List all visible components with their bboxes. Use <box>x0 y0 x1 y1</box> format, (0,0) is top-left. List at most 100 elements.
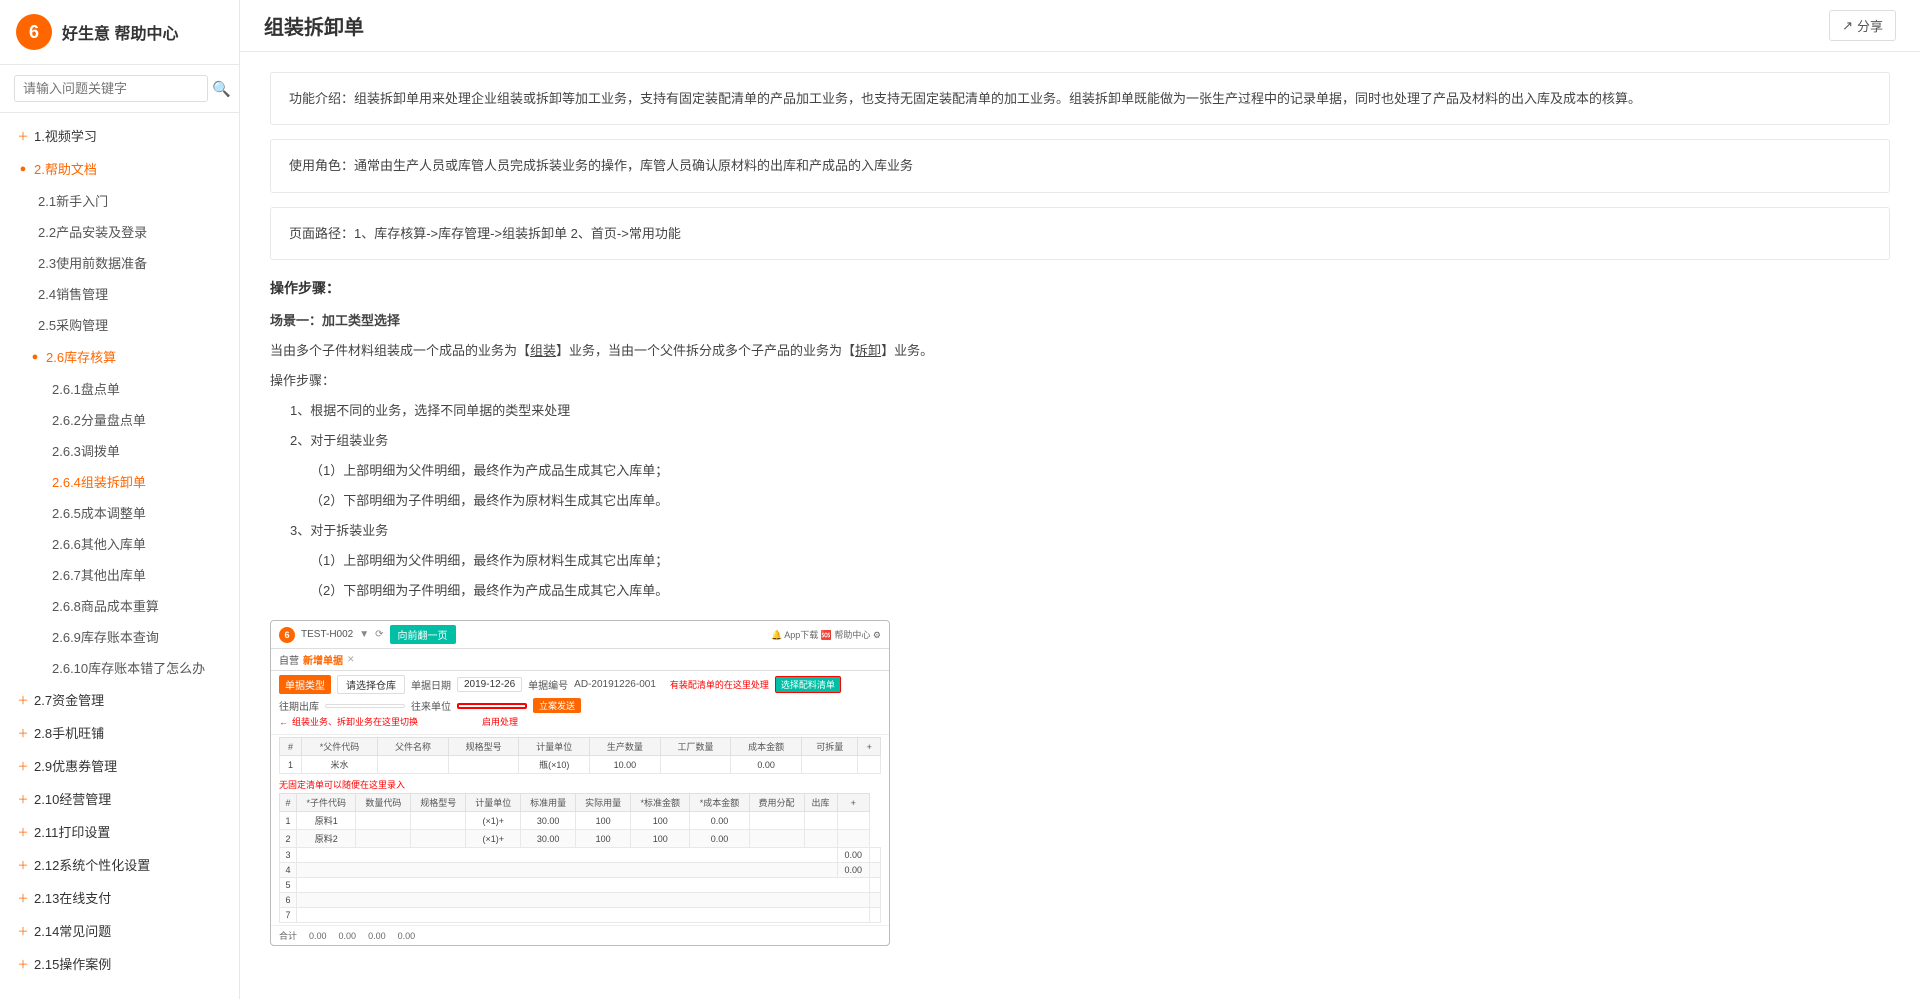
nav-item-212-label[interactable]: ＋ 2.12系统个性化设置 <box>0 848 239 881</box>
nav-item-27-label[interactable]: ＋ 2.7资金管理 <box>0 683 239 716</box>
feature-intro-text: 功能介绍：组装拆卸单用来处理企业组装或拆卸等加工业务，支持有固定装配清单的产品加… <box>289 91 1641 106</box>
sidebar-item-2610[interactable]: 2.6.10库存账本错了怎么办 <box>0 652 239 683</box>
nav-item-210-text: 2.10经营管理 <box>34 789 111 808</box>
path-text: 页面路径：1、库存核算->库存管理->组装拆卸单 2、首页->常用功能 <box>289 226 681 241</box>
ss-id-label: 单据编号 <box>528 677 568 692</box>
main-content: 组装拆卸单 ↗ 分享 功能介绍：组装拆卸单用来处理企业组装或拆卸等加工业务，支持… <box>240 0 1920 999</box>
nav-item-video-label[interactable]: ＋ 1.视频学习 <box>0 119 239 152</box>
sidebar-item-269[interactable]: 2.6.9库存账本查询 <box>0 621 239 652</box>
ss-t1-col1: *父件代码 <box>301 738 377 756</box>
ss-footer-v3: 0.00 <box>368 931 386 941</box>
sidebar-item-262[interactable]: 2.6.2分量盘点单 <box>0 404 239 435</box>
ss-btn3[interactable]: 选择配料清单 <box>775 676 841 693</box>
ss-nav-active[interactable]: 新增单据 <box>303 652 343 667</box>
ss-apply-btn[interactable]: 立案发送 <box>533 698 581 713</box>
sidebar-item-264[interactable]: 2.6.4组装拆卸单 <box>0 466 239 497</box>
nav-item-docs-label[interactable]: ● 2.帮助文档 <box>0 152 239 185</box>
ss-t2-col10: 出库 <box>804 794 837 812</box>
ss-t2-col11: + <box>837 794 869 812</box>
ss-type-select[interactable]: 单据类型 <box>279 675 331 694</box>
sidebar-item-267[interactable]: 2.6.7其他出库单 <box>0 559 239 590</box>
ss-t1-col7: 成本金额 <box>731 738 802 756</box>
sidebar-item-265[interactable]: 2.6.5成本调整单 <box>0 497 239 528</box>
nav-item-28-text: 2.8手机旺铺 <box>34 723 104 742</box>
ss-t2-r1c5: 30.00 <box>521 812 576 830</box>
nav-item-26-label[interactable]: ● 2.6库存核算 <box>0 340 239 373</box>
ss-t2-r2c7: 100 <box>631 830 690 848</box>
ss-form-row1: 单据类型 请选择仓库 单据日期 2019-12-26 单据编号 AD-20191… <box>279 675 881 694</box>
step3: 3、对于拆装业务 <box>270 518 1890 544</box>
nav-item-214-label[interactable]: ＋ 2.14常见问题 <box>0 914 239 947</box>
scene-title: 场景一：加工类型选择 <box>270 308 1890 334</box>
nav-item-215-text: 2.15操作案例 <box>34 954 111 973</box>
expand-icon-213: ＋ <box>16 891 30 905</box>
ss-t2-r7-empty <box>297 908 870 923</box>
nav-item-docs[interactable]: ● 2.帮助文档 2.1新手入门 2.2产品安装及登录 2.3使用前数据准备 2… <box>0 152 239 683</box>
ss-t1-r1c4: 瓶(×10) <box>519 756 590 774</box>
ss-id-val: AD-20191226-001 <box>574 679 656 690</box>
nav-item-27[interactable]: ＋ 2.7资金管理 <box>0 683 239 716</box>
nav-item-214[interactable]: ＋ 2.14常见问题 <box>0 914 239 947</box>
ss-t1-r1c8 <box>801 756 858 774</box>
ss-footer: 合计 0.00 0.00 0.00 0.00 <box>271 925 889 945</box>
ss-t1-col0: # <box>280 738 302 756</box>
ss-t2-r7c0: 7 <box>280 908 297 923</box>
nav-item-26[interactable]: ● 2.6库存核算 2.6.1盘点单 2.6.2分量盘点单 2.6.3调拨单 2… <box>0 340 239 683</box>
ss-topbar-arrow: ▼ <box>359 629 369 640</box>
nav-item-211[interactable]: ＋ 2.11打印设置 <box>0 815 239 848</box>
screenshot-container: 6 TEST-H002 ▼ ⟳ 向前翻一页 🔔 App下载 🆘 帮助中心 ⚙ 自… <box>270 620 890 946</box>
ss-t2-r1c9 <box>749 812 804 830</box>
nav-item-211-label[interactable]: ＋ 2.11打印设置 <box>0 815 239 848</box>
ss-t2-col1: *子件代码 <box>297 794 356 812</box>
ss-nav-home[interactable]: 自营 <box>279 652 299 667</box>
search-input[interactable] <box>14 75 208 102</box>
nav-item-28[interactable]: ＋ 2.8手机旺铺 <box>0 716 239 749</box>
ss-store-input[interactable] <box>325 704 405 708</box>
ss-t2-r3-empty <box>297 848 837 863</box>
ss-warehouse-select[interactable]: 请选择仓库 <box>337 675 405 694</box>
ss-t1-col9: + <box>858 738 881 756</box>
nav-item-212[interactable]: ＋ 2.12系统个性化设置 <box>0 848 239 881</box>
nav-item-214-text: 2.14常见问题 <box>34 921 111 940</box>
sidebar-item-23[interactable]: 2.3使用前数据准备 <box>0 247 239 278</box>
nav-item-213[interactable]: ＋ 2.13在线支付 <box>0 881 239 914</box>
table-row: 7 <box>280 908 881 923</box>
sidebar-item-24[interactable]: 2.4销售管理 <box>0 278 239 309</box>
search-button[interactable]: 🔍 <box>212 80 231 98</box>
sidebar-item-261[interactable]: 2.6.1盘点单 <box>0 373 239 404</box>
nav-item-210-label[interactable]: ＋ 2.10经营管理 <box>0 782 239 815</box>
nav-item-28-label[interactable]: ＋ 2.8手机旺铺 <box>0 716 239 749</box>
ss-t1-col6: 工厂数量 <box>660 738 731 756</box>
nav-item-215-label[interactable]: ＋ 2.15操作案例 <box>0 947 239 980</box>
sidebar-item-25[interactable]: 2.5采购管理 <box>0 309 239 340</box>
nav-item-215[interactable]: ＋ 2.15操作案例 <box>0 947 239 980</box>
ss-nav-x[interactable]: ✕ <box>347 654 355 665</box>
sidebar-item-22[interactable]: 2.2产品安装及登录 <box>0 216 239 247</box>
ss-t1-r1c3 <box>448 756 519 774</box>
nav-item-213-label[interactable]: ＋ 2.13在线支付 <box>0 881 239 914</box>
ss-footer-v4: 0.00 <box>398 931 416 941</box>
ss-t2-r2c11 <box>837 830 869 848</box>
sidebar-item-263[interactable]: 2.6.3调拨单 <box>0 435 239 466</box>
ss-annotation2-text: 组装业务、拆卸业务在这里切换 <box>292 715 418 728</box>
sidebar-item-21[interactable]: 2.1新手入门 <box>0 185 239 216</box>
ss-t2-r2c3 <box>411 830 466 848</box>
nav-item-29[interactable]: ＋ 2.9优惠券管理 <box>0 749 239 782</box>
nav-item-210[interactable]: ＋ 2.10经营管理 <box>0 782 239 815</box>
ss-table1-area: # *父件代码 父件名称 规格型号 计量单位 生产数量 工厂数量 成本金额 可拆… <box>271 735 889 776</box>
nav-item-212-text: 2.12系统个性化设置 <box>34 855 150 874</box>
ss-t1-col4: 计量单位 <box>519 738 590 756</box>
content-area: 功能介绍：组装拆卸单用来处理企业组装或拆卸等加工业务，支持有固定装配清单的产品加… <box>240 52 1920 999</box>
share-button[interactable]: ↗ 分享 <box>1829 10 1896 41</box>
nav-item-29-label[interactable]: ＋ 2.9优惠券管理 <box>0 749 239 782</box>
expand-icon-27: ＋ <box>16 693 30 707</box>
ss-t2-r4c12 <box>869 863 880 878</box>
expand-icon-215: ＋ <box>16 957 30 971</box>
ss-store2-input[interactable] <box>457 703 527 709</box>
ss-t1-r1c5: 10.00 <box>590 756 661 774</box>
sidebar-item-266[interactable]: 2.6.6其他入库单 <box>0 528 239 559</box>
nav-item-video[interactable]: ＋ 1.视频学习 <box>0 119 239 152</box>
ss-prev-page-btn[interactable]: 向前翻一页 <box>390 625 456 644</box>
ss-t2-col2: 数量代码 <box>356 794 411 812</box>
sidebar-item-268[interactable]: 2.6.8商品成本重算 <box>0 590 239 621</box>
